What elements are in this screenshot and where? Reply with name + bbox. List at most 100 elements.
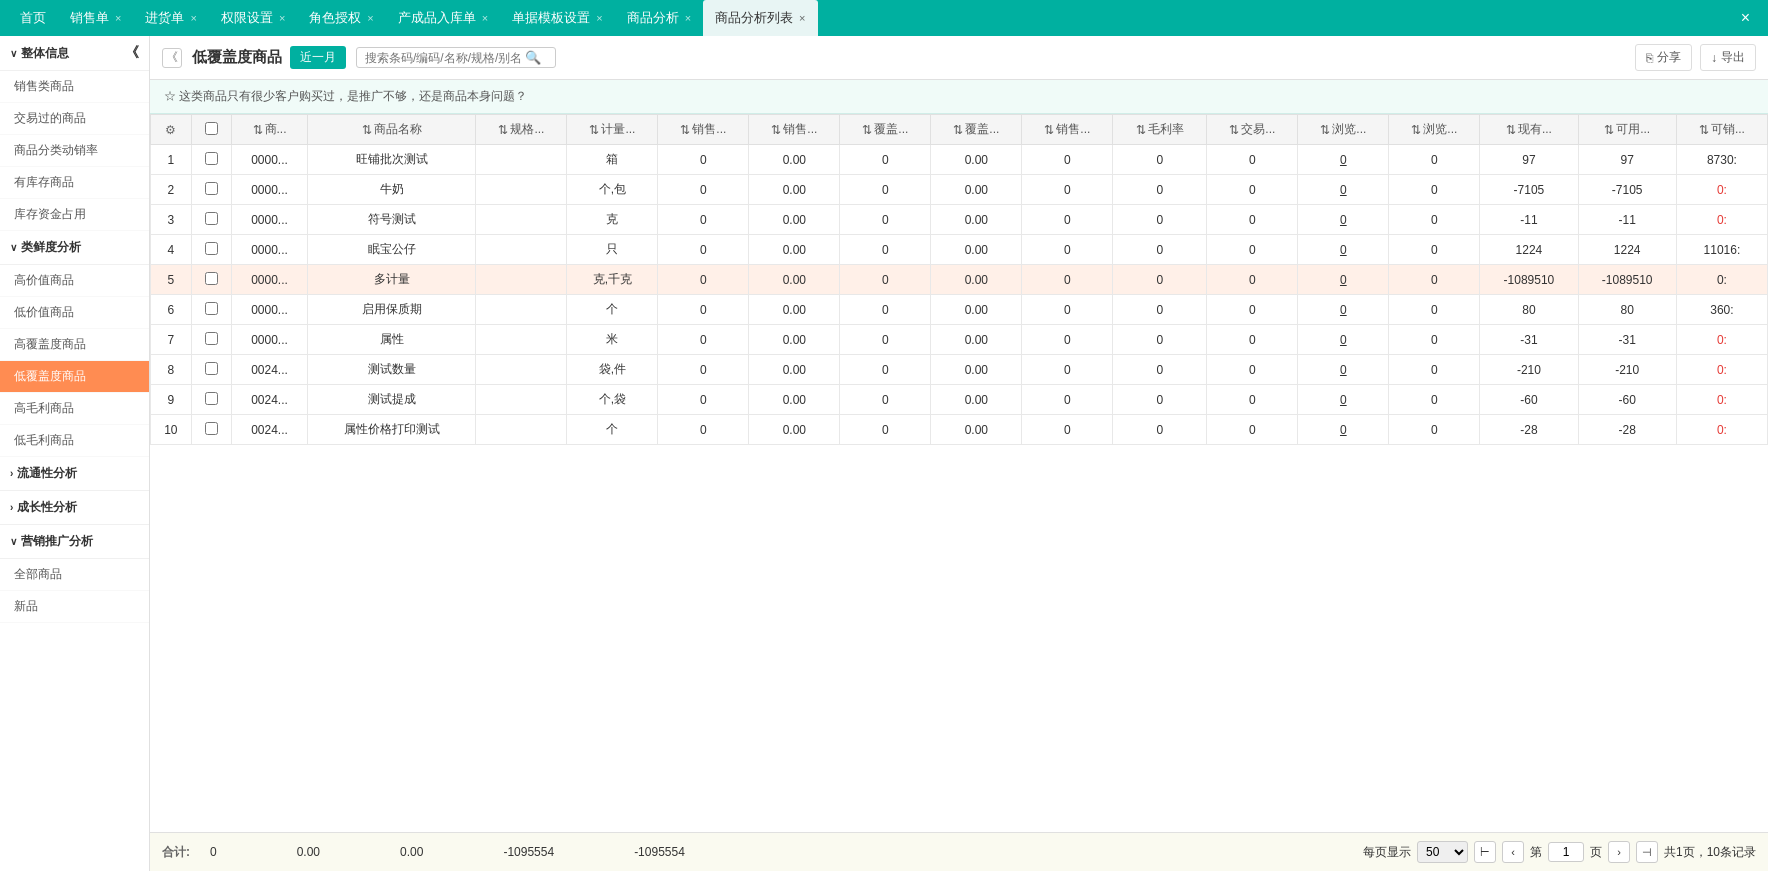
page-size-select[interactable]: 50 100 200 [1417,841,1468,863]
nav-product-analysis-list[interactable]: 商品分析列表 × [703,0,817,36]
column-header-spec[interactable]: ⇅规格... [476,115,567,145]
cell-checkbox[interactable] [191,385,231,415]
browse1-link[interactable]: 0 [1340,393,1347,407]
sidebar-item-high-value[interactable]: 高价值商品 [0,265,149,297]
sidebar-section-growth[interactable]: › 成长性分析 [0,491,149,525]
nav-product-analysis[interactable]: 商品分析 × [615,0,703,36]
close-icon[interactable]: × [799,12,805,24]
nav-home[interactable]: 首页 [8,0,58,36]
column-header-saleable[interactable]: ⇅可销... [1676,115,1767,145]
sidebar-item-in-stock[interactable]: 有库存商品 [0,167,149,199]
time-filter-button[interactable]: 近一月 [290,46,346,69]
browse1-link[interactable]: 0 [1340,363,1347,377]
sidebar-item-low-margin[interactable]: 低毛利商品 [0,425,149,457]
sidebar-item-low-value[interactable]: 低价值商品 [0,297,149,329]
last-page-button[interactable]: ⊣ [1636,841,1658,863]
cell-browse1[interactable]: 0 [1298,295,1389,325]
close-icon[interactable]: × [685,12,691,24]
column-header-checkbox[interactable] [191,115,231,145]
row-checkbox[interactable] [205,392,218,405]
browse1-link[interactable]: 0 [1340,273,1347,287]
cell-checkbox[interactable] [191,415,231,445]
nav-purchase-order[interactable]: 进货单 × [133,0,208,36]
cell-checkbox[interactable] [191,295,231,325]
column-header-name[interactable]: ⇅商品名称 [308,115,476,145]
close-icon[interactable]: × [190,12,196,24]
column-header-trade[interactable]: ⇅交易... [1207,115,1298,145]
column-header-code[interactable]: ⇅商... [231,115,308,145]
sidebar-item-stock-capital[interactable]: 库存资金占用 [0,199,149,231]
close-icon[interactable]: × [482,12,488,24]
collapse-icon[interactable]: 《 [125,44,139,62]
cell-checkbox[interactable] [191,145,231,175]
data-table-container[interactable]: ⚙ ⇅商... ⇅商品名称 ⇅规格... [150,114,1768,832]
browse1-link[interactable]: 0 [1340,243,1347,257]
settings-icon[interactable]: ⚙ [165,123,176,137]
row-checkbox[interactable] [205,212,218,225]
export-button[interactable]: ↓ 导出 [1700,44,1756,71]
sidebar-section-marketing[interactable]: ∨ 营销推广分析 [0,525,149,559]
browse1-link[interactable]: 0 [1340,183,1347,197]
column-header-cover1[interactable]: ⇅覆盖... [840,115,931,145]
sidebar-item-category-rate[interactable]: 商品分类动销率 [0,135,149,167]
cell-browse1[interactable]: 0 [1298,175,1389,205]
cell-browse1[interactable]: 0 [1298,145,1389,175]
row-checkbox[interactable] [205,242,218,255]
cell-browse1[interactable]: 0 [1298,385,1389,415]
column-header-settings[interactable]: ⚙ [151,115,192,145]
sidebar-item-all-goods[interactable]: 全部商品 [0,559,149,591]
sidebar-collapse-button[interactable]: 《 [162,48,182,68]
row-checkbox[interactable] [205,332,218,345]
next-page-button[interactable]: › [1608,841,1630,863]
column-header-sales1[interactable]: ⇅销售... [658,115,749,145]
nav-sales-order[interactable]: 销售单 × [58,0,133,36]
column-header-available[interactable]: ⇅可用... [1578,115,1676,145]
nav-template-settings[interactable]: 单据模板设置 × [500,0,614,36]
column-header-sales3[interactable]: ⇅销售... [1022,115,1113,145]
page-number-input[interactable] [1548,842,1584,862]
sidebar-section-freshness[interactable]: ∨ 类鲜度分析 [0,231,149,265]
close-icon[interactable]: × [115,12,121,24]
cell-checkbox[interactable] [191,265,231,295]
cell-checkbox[interactable] [191,175,231,205]
cell-browse1[interactable]: 0 [1298,265,1389,295]
column-header-current[interactable]: ⇅现有... [1480,115,1578,145]
select-all-checkbox[interactable] [205,122,218,135]
sidebar-item-sales-goods[interactable]: 销售类商品 [0,71,149,103]
cell-checkbox[interactable] [191,355,231,385]
browse1-link[interactable]: 0 [1340,213,1347,227]
row-checkbox[interactable] [205,302,218,315]
row-checkbox[interactable] [205,362,218,375]
close-icon[interactable]: × [279,12,285,24]
column-header-unit[interactable]: ⇅计量... [567,115,658,145]
cell-browse1[interactable]: 0 [1298,235,1389,265]
search-input[interactable] [365,51,525,65]
cell-browse1[interactable]: 0 [1298,355,1389,385]
cell-browse1[interactable]: 0 [1298,205,1389,235]
browse1-link[interactable]: 0 [1340,153,1347,167]
cell-checkbox[interactable] [191,325,231,355]
cell-browse1[interactable]: 0 [1298,415,1389,445]
browse1-link[interactable]: 0 [1340,303,1347,317]
sidebar-item-high-margin[interactable]: 高毛利商品 [0,393,149,425]
row-checkbox[interactable] [205,422,218,435]
nav-role-auth[interactable]: 角色授权 × [297,0,385,36]
column-header-browse2[interactable]: ⇅浏览... [1389,115,1480,145]
cell-checkbox[interactable] [191,205,231,235]
search-icon[interactable]: 🔍 [525,50,541,65]
close-icon[interactable]: × [596,12,602,24]
share-button[interactable]: ⎘ 分享 [1635,44,1692,71]
browse1-link[interactable]: 0 [1340,423,1347,437]
column-header-cover2[interactable]: ⇅覆盖... [931,115,1022,145]
row-checkbox[interactable] [205,152,218,165]
column-header-gross-rate[interactable]: ⇅毛利率 [1113,115,1207,145]
browse1-link[interactable]: 0 [1340,333,1347,347]
sidebar-item-traded-goods[interactable]: 交易过的商品 [0,103,149,135]
column-header-sales2[interactable]: ⇅销售... [749,115,840,145]
close-icon[interactable]: × [367,12,373,24]
row-checkbox[interactable] [205,272,218,285]
row-checkbox[interactable] [205,182,218,195]
sidebar-item-high-coverage[interactable]: 高覆盖度商品 [0,329,149,361]
close-all-button[interactable]: × [1731,9,1760,27]
sidebar-section-liquidity[interactable]: › 流通性分析 [0,457,149,491]
